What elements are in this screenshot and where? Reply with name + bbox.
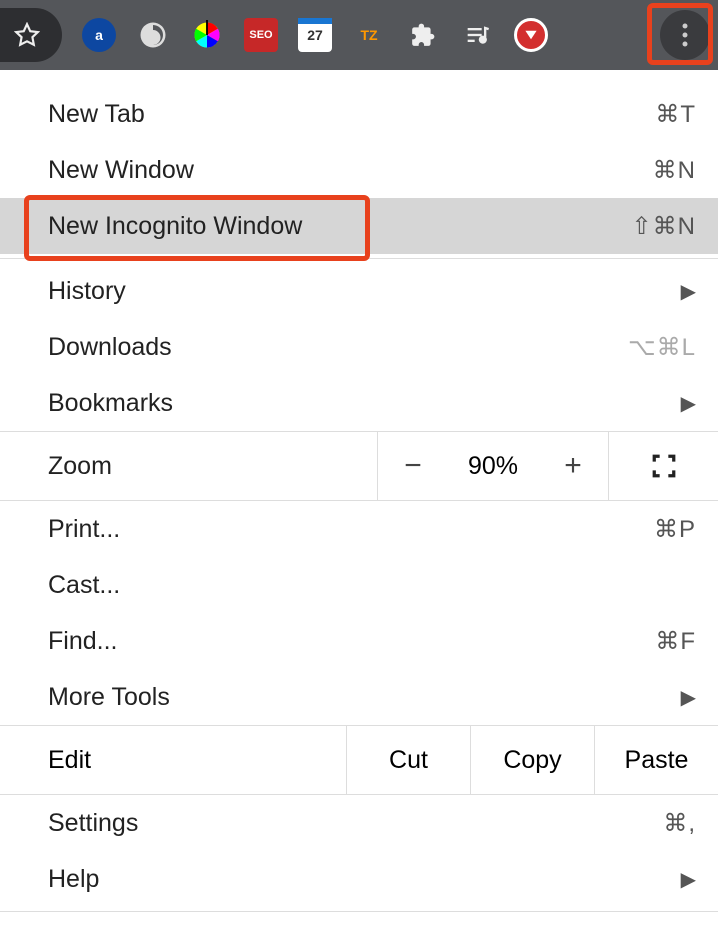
cut-button[interactable]: Cut [346,726,470,794]
divider [0,911,718,912]
fullscreen-button[interactable] [608,432,718,500]
shortcut: ⌘, [663,809,696,838]
extension-media-icon[interactable] [460,18,494,52]
zoom-controls: − 90% + [377,432,608,500]
zoom-out-button[interactable]: − [378,432,448,500]
extension-calendar-icon[interactable]: 27 [298,18,332,52]
menu-print[interactable]: Print... ⌘P [0,501,718,557]
browser-toolbar: a SEO 27 TZ [0,0,718,70]
menu-label: New Incognito Window [48,212,302,241]
copy-button[interactable]: Copy [470,726,594,794]
menu-help[interactable]: Help ▶ [0,851,718,907]
shortcut: ⌘T [655,100,696,129]
menu-downloads[interactable]: Downloads ⌥⌘L [0,319,718,375]
chevron-right-icon: ▶ [681,391,696,416]
bookmark-star-wrap [0,8,62,62]
menu-label: New Tab [48,100,145,129]
menu-zoom-row: Zoom − 90% + [0,431,718,501]
menu-new-tab[interactable]: New Tab ⌘T [0,86,718,142]
chevron-right-icon: ▶ [681,279,696,304]
menu-label: Find... [48,627,117,656]
menu-edit-row: Edit Cut Copy Paste [0,725,718,795]
browser-menu: New Tab ⌘T New Window ⌘N New Incognito W… [0,68,718,912]
zoom-in-button[interactable]: + [538,432,608,500]
zoom-value: 90% [448,452,538,481]
shortcut: ⌘F [655,627,696,656]
menu-more-tools[interactable]: More Tools ▶ [0,669,718,725]
extension-tz-icon[interactable]: TZ [352,18,386,52]
calendar-day: 27 [307,27,323,43]
menu-cast[interactable]: Cast... [0,557,718,613]
chevron-right-icon: ▶ [681,685,696,710]
menu-new-incognito[interactable]: New Incognito Window ⇧⌘N [0,198,718,254]
menu-label: History [48,277,126,306]
shortcut: ⇧⌘N [632,212,696,241]
paste-button[interactable]: Paste [594,726,718,794]
zoom-label: Zoom [0,452,377,481]
extension-amazon-icon[interactable]: a [82,18,116,52]
extension-swirl-icon[interactable] [136,18,170,52]
menu-label: More Tools [48,683,170,712]
menu-new-window[interactable]: New Window ⌘N [0,142,718,198]
menu-label: Bookmarks [48,389,173,418]
divider [0,258,718,259]
menu-history[interactable]: History ▶ [0,263,718,319]
extension-seo-icon[interactable]: SEO [244,18,278,52]
shortcut: ⌘N [653,156,696,185]
shortcut: ⌥⌘L [628,333,696,362]
menu-bookmarks[interactable]: Bookmarks ▶ [0,375,718,431]
menu-settings[interactable]: Settings ⌘, [0,795,718,851]
menu-label: Downloads [48,333,172,362]
menu-label: Settings [48,809,138,838]
shortcut: ⌘P [654,515,696,544]
more-menu-button[interactable] [660,10,710,60]
star-icon[interactable] [10,18,44,52]
menu-label: Cast... [48,571,120,600]
extensions-puzzle-icon[interactable] [406,18,440,52]
extension-colorpicker-icon[interactable] [190,18,224,52]
menu-label: Help [48,865,99,894]
chevron-right-icon: ▶ [681,867,696,892]
menu-find[interactable]: Find... ⌘F [0,613,718,669]
menu-label: New Window [48,156,194,185]
extension-red-triangle-icon[interactable] [514,18,548,52]
menu-label: Print... [48,515,120,544]
edit-label: Edit [0,726,346,794]
